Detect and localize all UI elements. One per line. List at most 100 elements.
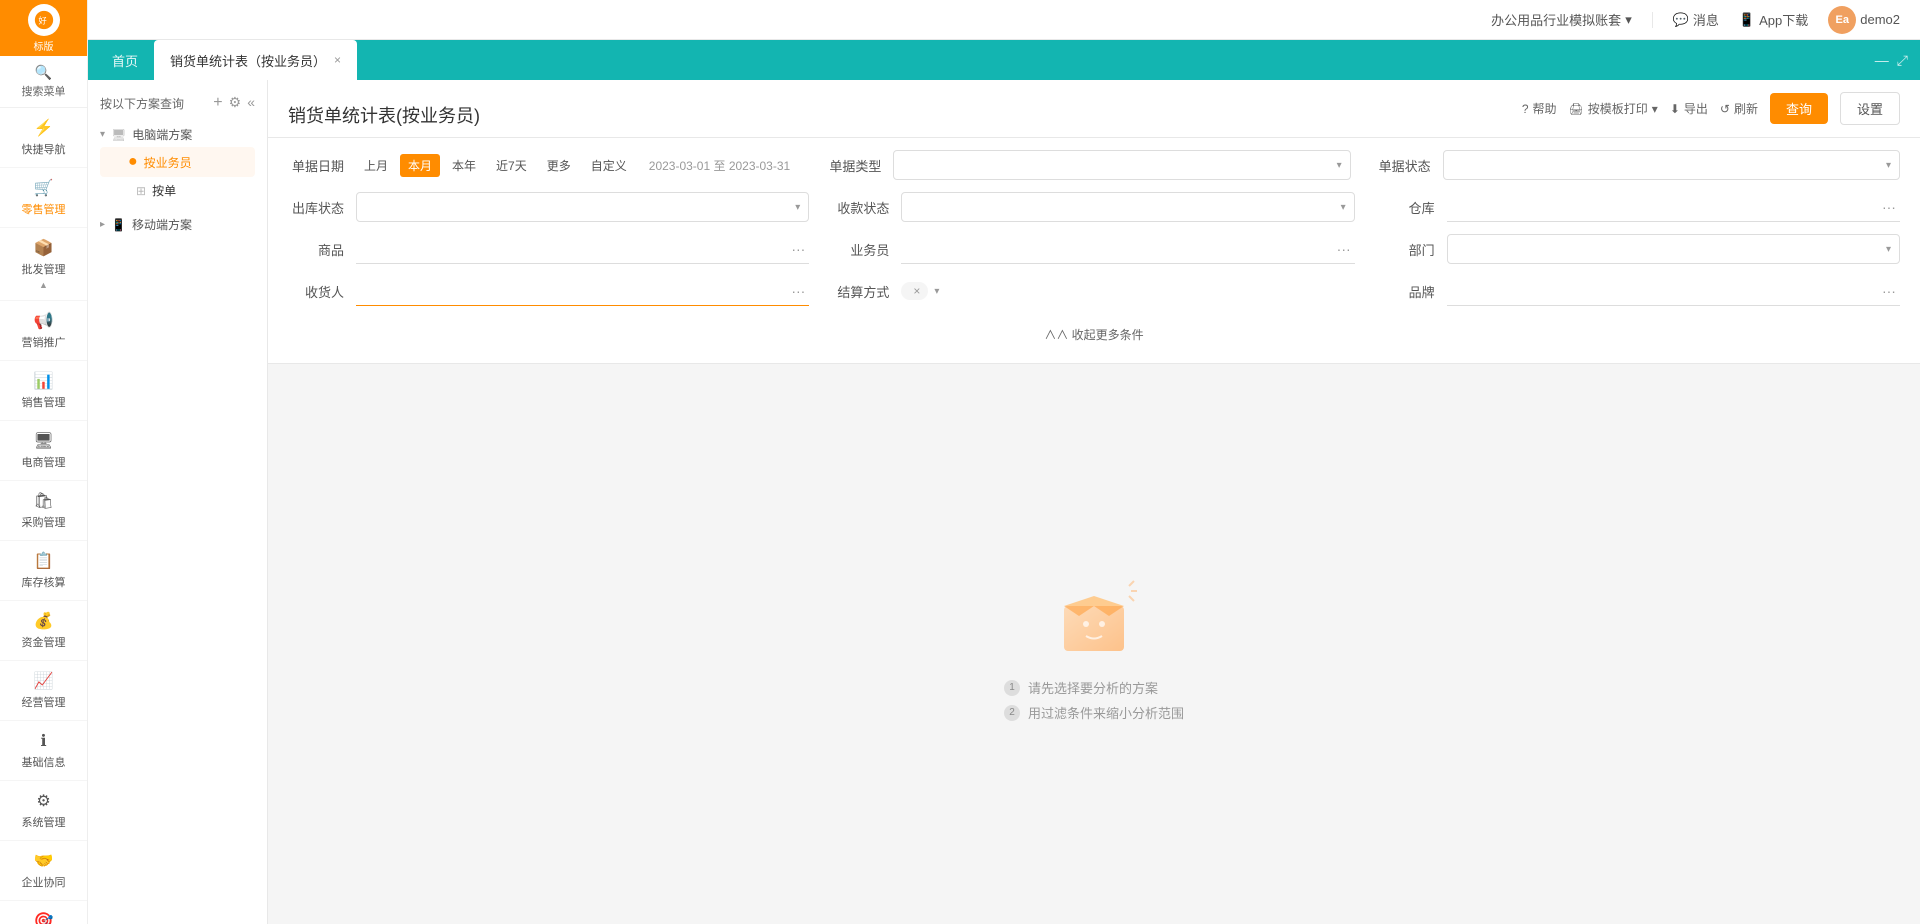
receive-status-control: ▾ bbox=[901, 192, 1354, 222]
tab-close-icon[interactable]: × bbox=[334, 53, 341, 67]
user-profile[interactable]: Ea demo2 bbox=[1828, 6, 1900, 34]
hint-text-2: 用过滤条件来缩小分析范围 bbox=[1028, 703, 1184, 722]
brand-select[interactable]: ··· bbox=[1447, 276, 1900, 306]
out-status-label: 出库状态 bbox=[288, 198, 344, 217]
date-range-text: 2023-03-01 至 2023-03-31 bbox=[649, 157, 790, 174]
active-tab[interactable]: 销货单统计表（按业务员） × bbox=[154, 40, 357, 80]
system-icon: ⚙ bbox=[36, 791, 50, 811]
template-print-button[interactable]: 🖨 按模板打印 ▾ bbox=[1569, 100, 1658, 117]
desktop-folder-icon: 🖥 bbox=[111, 128, 126, 142]
receiver-control: ··· bbox=[356, 276, 809, 306]
guide-icon: 🎯 bbox=[34, 911, 54, 924]
settle-dropdown-arrow[interactable]: ▾ bbox=[934, 286, 939, 297]
home-tab[interactable]: 首页 bbox=[96, 40, 154, 80]
desktop-section-title[interactable]: ▾ 🖥 电脑端方案 bbox=[100, 122, 255, 147]
collapse-panel-button[interactable]: « bbox=[247, 94, 255, 112]
refresh-button[interactable]: ↺ 刷新 bbox=[1720, 100, 1758, 117]
print-dropdown-icon: ▾ bbox=[1652, 102, 1658, 116]
sidebar-item-sales[interactable]: 📊 销售管理 bbox=[0, 361, 87, 421]
date-tab-this-month[interactable]: 本月 bbox=[400, 154, 440, 177]
sidebar-item-retail[interactable]: 🛒 零售管理 bbox=[0, 168, 87, 228]
sidebar-item-system[interactable]: ⚙ 系统管理 bbox=[0, 781, 87, 841]
basic-info-icon: ℹ bbox=[40, 731, 46, 751]
refresh-icon: ↺ bbox=[1720, 102, 1730, 116]
app-download-button[interactable]: 📱 App下载 bbox=[1739, 10, 1808, 29]
dept-select[interactable]: ▾ bbox=[1447, 234, 1900, 264]
empty-hint-2: 2 用过滤条件来缩小分析范围 bbox=[1004, 703, 1184, 722]
doc-status-label: 单据状态 bbox=[1375, 156, 1431, 175]
receiver-select[interactable]: ··· bbox=[356, 276, 809, 306]
settings-button[interactable]: 设置 bbox=[1840, 92, 1900, 125]
search-menu-item[interactable]: 🔍 搜索菜单 bbox=[0, 56, 87, 108]
page-title: 销货单统计表(按业务员) bbox=[288, 102, 480, 128]
out-status-control: ▾ bbox=[356, 192, 809, 222]
sidebar-item-ecommerce[interactable]: 🖥 电商管理 bbox=[0, 421, 87, 481]
sidebar-item-enterprise[interactable]: 🤝 企业协同 bbox=[0, 841, 87, 901]
receive-status-select[interactable]: ▾ bbox=[901, 192, 1354, 222]
hint-num-2: 2 bbox=[1004, 705, 1020, 721]
main-area: 办公用品行业模拟账套 ▾ 💬 消息 📱 App下载 Ea demo2 bbox=[88, 0, 1920, 924]
warehouse-control: ··· bbox=[1447, 192, 1900, 222]
goods-select[interactable]: ··· bbox=[356, 234, 809, 264]
date-tab-custom[interactable]: 自定义 bbox=[583, 154, 635, 177]
order-scheme-item[interactable]: ⊞ 按单 bbox=[100, 177, 255, 204]
sidebar-item-quick-nav[interactable]: ⚡ 快捷导航 bbox=[0, 108, 87, 168]
message-icon: 💬 bbox=[1673, 12, 1689, 28]
sidebar-item-wholesale[interactable]: 📦 批发管理 ▲ bbox=[0, 228, 87, 301]
basic-info-label: 基础信息 bbox=[22, 754, 66, 770]
date-tab-this-year[interactable]: 本年 bbox=[444, 154, 484, 177]
sidebar-item-basic-info[interactable]: ℹ 基础信息 bbox=[0, 721, 87, 781]
goods-label: 商品 bbox=[288, 240, 344, 259]
settings-scheme-button[interactable]: ⚙ bbox=[229, 94, 242, 112]
salesperson-label: 业务员 bbox=[833, 240, 889, 259]
app-selector-chevron: ▾ bbox=[1625, 12, 1632, 28]
salesperson-select[interactable]: ··· bbox=[901, 234, 1354, 264]
sidebar-item-marketing[interactable]: 📢 营销推广 bbox=[0, 301, 87, 361]
avatar-text: Ea bbox=[1836, 14, 1849, 26]
collapse-more-button[interactable]: ∧∧ 收起更多条件 bbox=[288, 318, 1900, 351]
settle-clear-button[interactable]: × bbox=[913, 284, 920, 298]
doc-type-select[interactable]: ▾ bbox=[893, 150, 1350, 180]
mobile-section-title[interactable]: ▸ 📱 移动端方案 bbox=[100, 212, 255, 237]
message-button[interactable]: 💬 消息 bbox=[1673, 10, 1719, 29]
doc-type-arrow: ▾ bbox=[1337, 160, 1342, 171]
out-status-arrow: ▾ bbox=[795, 202, 800, 213]
date-tab-more[interactable]: 更多 bbox=[539, 154, 579, 177]
add-scheme-button[interactable]: + bbox=[213, 94, 222, 112]
query-button[interactable]: 查询 bbox=[1770, 93, 1828, 124]
retail-icon: 🛒 bbox=[34, 178, 54, 198]
date-tab-7days[interactable]: 近7天 bbox=[488, 154, 535, 177]
warehouse-select[interactable]: ··· bbox=[1447, 192, 1900, 222]
salesperson-scheme-item[interactable]: ● 按业务员 bbox=[100, 147, 255, 177]
template-print-label: 按模板打印 bbox=[1588, 100, 1648, 117]
warehouse-dots: ··· bbox=[1882, 199, 1896, 215]
panel-actions: + ⚙ « bbox=[213, 94, 255, 112]
receiver-label: 收货人 bbox=[288, 282, 344, 301]
doc-status-select[interactable]: ▾ bbox=[1443, 150, 1900, 180]
salesperson-control: ··· bbox=[901, 234, 1354, 264]
minimize-window-icon[interactable]: — bbox=[1875, 52, 1889, 69]
user-name: demo2 bbox=[1860, 12, 1900, 27]
sidebar-item-guide[interactable]: 🎯 新手引导 bbox=[0, 901, 87, 924]
help-button[interactable]: ? 帮助 bbox=[1522, 100, 1557, 117]
sidebar-item-finance[interactable]: 💰 资金管理 bbox=[0, 601, 87, 661]
out-status-select[interactable]: ▾ bbox=[356, 192, 809, 222]
header-tabs-bar: 首页 销货单统计表（按业务员） × — ⤢ bbox=[88, 40, 1920, 80]
date-tab-last-month[interactable]: 上月 bbox=[356, 154, 396, 177]
logo-icon: 好 bbox=[28, 4, 60, 36]
brand-dots: ··· bbox=[1882, 283, 1896, 299]
app-selector[interactable]: 办公用品行业模拟账套 ▾ bbox=[1491, 10, 1632, 29]
marketing-label: 营销推广 bbox=[22, 334, 66, 350]
ecommerce-label: 电商管理 bbox=[22, 454, 66, 470]
sidebar-item-purchase[interactable]: 🛍 采购管理 bbox=[0, 481, 87, 541]
doc-status-control: ▾ bbox=[1443, 150, 1900, 180]
receiver-dots: ··· bbox=[791, 283, 805, 299]
sidebar-item-operation[interactable]: 📈 经营管理 bbox=[0, 661, 87, 721]
finance-label: 资金管理 bbox=[22, 634, 66, 650]
left-panel: 按以下方案查询 + ⚙ « ▾ 🖥 电脑端方案 ● 按业 bbox=[88, 80, 268, 924]
expand-window-icon[interactable]: ⤢ bbox=[1897, 52, 1908, 69]
help-icon: ? bbox=[1522, 102, 1529, 116]
sidebar-item-inventory[interactable]: 📋 库存核算 bbox=[0, 541, 87, 601]
salesperson-dots: ··· bbox=[1337, 241, 1351, 257]
export-button[interactable]: ⬇ 导出 bbox=[1670, 100, 1708, 117]
